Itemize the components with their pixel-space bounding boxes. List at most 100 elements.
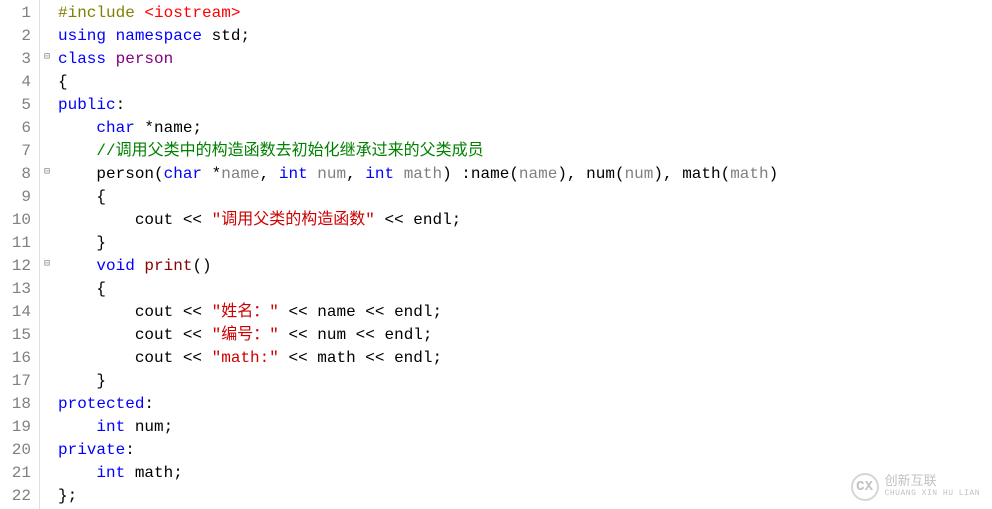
token-op: ( bbox=[154, 165, 164, 183]
token-param: num bbox=[625, 165, 654, 183]
token-typename: person bbox=[116, 50, 174, 68]
token-op: : bbox=[125, 441, 135, 459]
token-op: << bbox=[183, 326, 212, 344]
line-number: 7 bbox=[4, 140, 31, 163]
fold-column: ⊟ ⊟ ⊟ bbox=[40, 0, 54, 509]
line-number: 22 bbox=[4, 485, 31, 508]
line-number: 6 bbox=[4, 117, 31, 140]
token-kw: int bbox=[96, 464, 134, 482]
token-kw: int bbox=[279, 165, 317, 183]
token-op: , bbox=[346, 165, 365, 183]
fold-marker bbox=[40, 391, 54, 414]
fold-marker bbox=[40, 276, 54, 299]
code-line: #include <iostream> bbox=[58, 2, 992, 25]
token-op: ; bbox=[192, 119, 202, 137]
token-ident: name bbox=[317, 303, 355, 321]
fold-marker bbox=[40, 460, 54, 483]
line-number: 19 bbox=[4, 416, 31, 439]
token-ident: num bbox=[317, 326, 346, 344]
logo-cn: 创新互联 bbox=[885, 475, 980, 489]
token-op: << bbox=[183, 211, 212, 229]
token-ident bbox=[58, 165, 96, 183]
token-param: math bbox=[404, 165, 442, 183]
line-number: 9 bbox=[4, 186, 31, 209]
line-number: 10 bbox=[4, 209, 31, 232]
token-kw: namespace bbox=[116, 27, 212, 45]
fold-marker bbox=[40, 184, 54, 207]
fold-marker bbox=[40, 368, 54, 391]
code-line: char *name; bbox=[58, 117, 992, 140]
token-op: , bbox=[260, 165, 279, 183]
token-op: }; bbox=[58, 487, 77, 505]
token-op: ) : bbox=[442, 165, 471, 183]
token-str: "调用父类的构造函数" bbox=[212, 211, 375, 229]
token-ident: cout bbox=[58, 211, 183, 229]
line-number: 5 bbox=[4, 94, 31, 117]
token-op: << bbox=[183, 349, 212, 367]
fold-marker bbox=[40, 230, 54, 253]
token-op: ; bbox=[173, 464, 183, 482]
token-str: "编号：" bbox=[212, 326, 279, 344]
line-number: 16 bbox=[4, 347, 31, 370]
token-op: ) bbox=[769, 165, 779, 183]
token-op: ( bbox=[615, 165, 625, 183]
fold-marker[interactable]: ⊟ bbox=[40, 161, 54, 184]
line-number: 20 bbox=[4, 439, 31, 462]
line-number: 21 bbox=[4, 462, 31, 485]
token-inc-h: <iostream> bbox=[144, 4, 240, 22]
fold-marker bbox=[40, 69, 54, 92]
watermark-logo: CX 创新互联 CHUANG XIN HU LIAN bbox=[851, 473, 980, 501]
token-op: * bbox=[144, 119, 154, 137]
token-param: name bbox=[519, 165, 557, 183]
token-ident: math bbox=[682, 165, 720, 183]
token-kw: public bbox=[58, 96, 116, 114]
token-comment: //调用父类中的构造函数去初始化继承过来的父类成员 bbox=[96, 142, 483, 160]
code-line: } bbox=[58, 370, 992, 393]
token-kw: protected bbox=[58, 395, 144, 413]
token-op: ( bbox=[509, 165, 519, 183]
logo-en: CHUANG XIN HU LIAN bbox=[885, 490, 980, 499]
token-ident: endl bbox=[394, 349, 432, 367]
line-number: 13 bbox=[4, 278, 31, 301]
token-op: << bbox=[356, 349, 394, 367]
token-param: name bbox=[221, 165, 259, 183]
line-number: 3 bbox=[4, 48, 31, 71]
token-op: } bbox=[58, 234, 106, 252]
token-kw: char bbox=[96, 119, 144, 137]
fold-marker[interactable]: ⊟ bbox=[40, 253, 54, 276]
code-editor: 12345678910111213141516171819202122 ⊟⊟⊟ … bbox=[0, 0, 992, 509]
line-number: 12 bbox=[4, 255, 31, 278]
token-op: ), bbox=[653, 165, 682, 183]
fold-marker bbox=[40, 0, 54, 23]
token-op: << bbox=[346, 326, 384, 344]
fold-marker[interactable]: ⊟ bbox=[40, 46, 54, 69]
line-number: 14 bbox=[4, 301, 31, 324]
token-op: << bbox=[279, 349, 317, 367]
token-kw: char bbox=[164, 165, 212, 183]
line-number: 18 bbox=[4, 393, 31, 416]
token-op: ; bbox=[423, 326, 433, 344]
token-op: ; bbox=[452, 211, 462, 229]
fold-marker bbox=[40, 207, 54, 230]
code-line: cout << "调用父类的构造函数" << endl; bbox=[58, 209, 992, 232]
code-area: #include <iostream>using namespace std;c… bbox=[54, 0, 992, 509]
code-line: { bbox=[58, 71, 992, 94]
token-ident: math bbox=[317, 349, 355, 367]
code-line: { bbox=[58, 186, 992, 209]
token-str: "姓名：" bbox=[212, 303, 279, 321]
token-ident: num bbox=[586, 165, 615, 183]
code-line: cout << "编号：" << num << endl; bbox=[58, 324, 992, 347]
token-op: : bbox=[144, 395, 154, 413]
token-ident: cout bbox=[58, 349, 183, 367]
code-line: cout << "math:" << math << endl; bbox=[58, 347, 992, 370]
token-op: * bbox=[212, 165, 222, 183]
token-kw: void bbox=[96, 257, 144, 275]
line-number-gutter: 12345678910111213141516171819202122 bbox=[0, 0, 40, 509]
token-kw: using bbox=[58, 27, 116, 45]
token-ident: num bbox=[135, 418, 164, 436]
token-kw: int bbox=[96, 418, 134, 436]
token-op: ; bbox=[240, 27, 250, 45]
token-op: ( bbox=[721, 165, 731, 183]
token-op: ; bbox=[432, 303, 442, 321]
token-ident: endl bbox=[394, 303, 432, 321]
